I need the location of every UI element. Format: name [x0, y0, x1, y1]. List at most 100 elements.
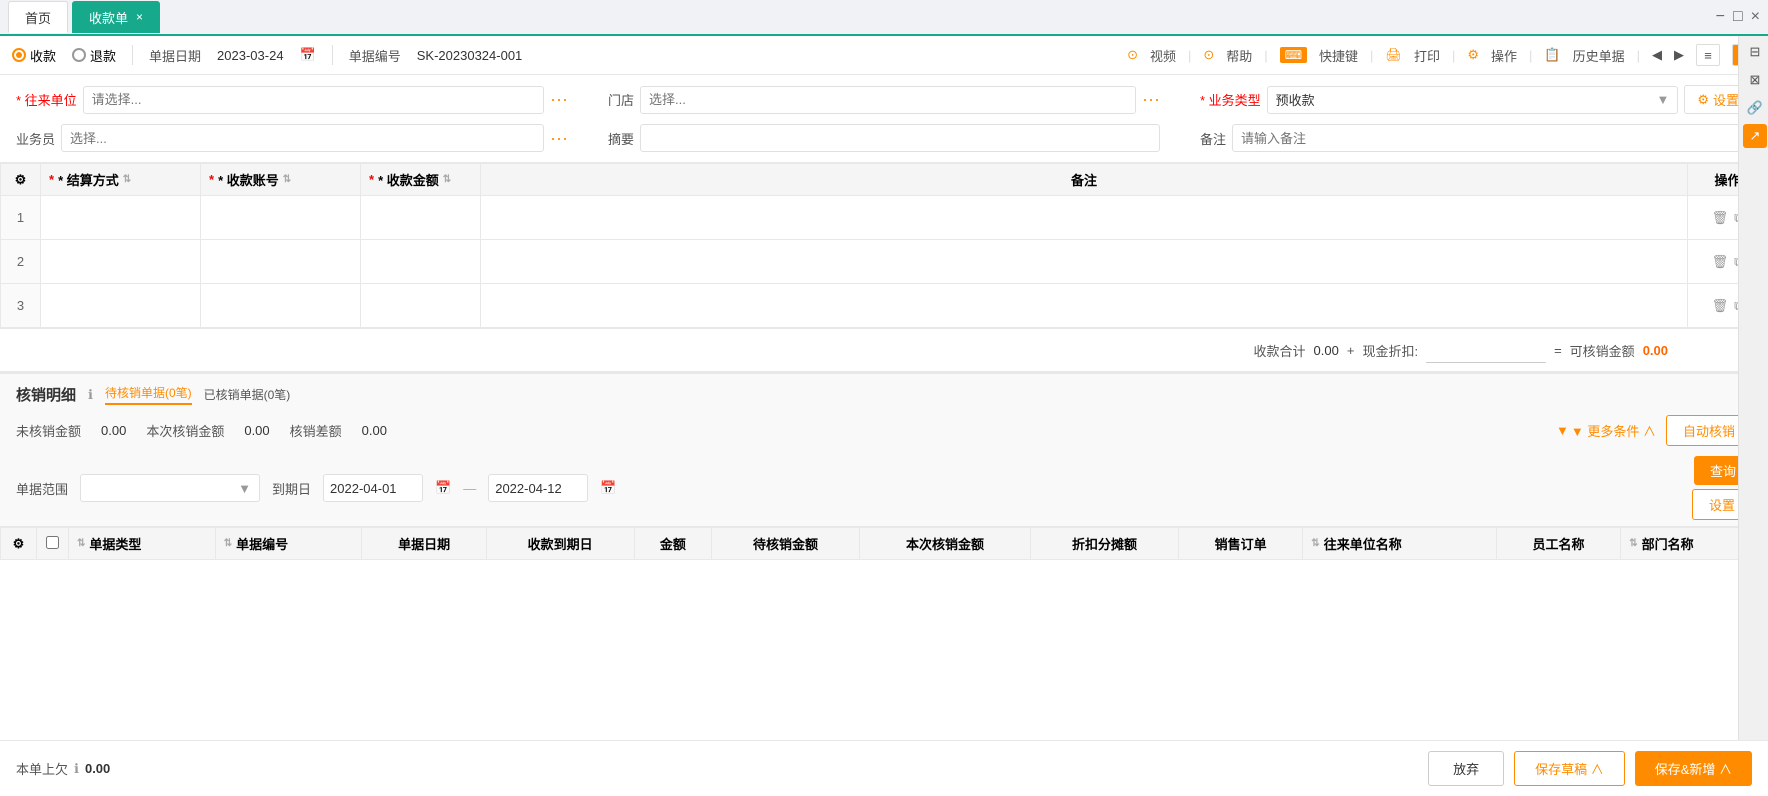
sidebar-icon-3[interactable]: 🔗	[1743, 96, 1767, 120]
info-circle[interactable]: ℹ	[74, 761, 79, 777]
row3-settle[interactable]	[41, 284, 201, 328]
calendar-to-icon[interactable]: 📅	[600, 480, 616, 496]
refund-radio-dot	[72, 48, 86, 62]
col-action-label: 操作	[1714, 173, 1740, 188]
col-amount-header: * * 收款金额 ⇅	[361, 164, 481, 196]
row1-delete-icon[interactable]: 🗑	[1712, 210, 1729, 226]
row2-amount[interactable]	[361, 240, 481, 284]
note-input[interactable]	[1232, 124, 1752, 152]
save-new-btn[interactable]: 保存&新增 ∧	[1635, 751, 1752, 786]
summary-input[interactable]	[640, 124, 1160, 152]
row3-num: 3	[1, 284, 41, 328]
row3-remark[interactable]	[481, 284, 1688, 328]
bt-col-no-sort[interactable]: ⇅	[224, 538, 232, 549]
layout-list-btn[interactable]: ≡	[1696, 44, 1720, 66]
plus-sign: +	[1347, 343, 1355, 358]
bt-col-type-sort[interactable]: ⇅	[77, 538, 85, 549]
close-btn[interactable]: ×	[1751, 8, 1760, 26]
video-btn[interactable]: 视频	[1150, 46, 1176, 65]
done-tab[interactable]: 已核销单据(0笔)	[204, 386, 291, 403]
date-label: 单据日期	[149, 46, 201, 65]
table-row: 3 🗑 ⧉	[1, 284, 1768, 328]
sort-account[interactable]: ⇅	[283, 174, 291, 185]
staff-more[interactable]: ···	[550, 128, 568, 149]
business-value: 预收款	[1276, 90, 1315, 109]
date-value: 2023-03-24	[217, 48, 284, 63]
row3-delete-icon[interactable]: 🗑	[1712, 298, 1729, 314]
minimize-btn[interactable]: −	[1716, 8, 1725, 26]
row2-settle[interactable]	[41, 240, 201, 284]
col-settle-label: * 结算方式	[58, 170, 119, 189]
writeoff-title: 核销明细	[16, 384, 76, 405]
bt-col-dept-sort[interactable]: ⇅	[1629, 538, 1637, 549]
sort-amount[interactable]: ⇅	[443, 174, 451, 185]
sidebar-icon-2[interactable]: ⊠	[1743, 68, 1767, 92]
receipt-radio-label: 收款	[30, 46, 56, 65]
bottom-table: ⚙ ⇅ 单据类型 ⇅ 单据编号	[0, 527, 1768, 560]
row2-account[interactable]	[201, 240, 361, 284]
row2-num: 2	[1, 240, 41, 284]
sidebar-icon-1[interactable]: ⊟	[1743, 40, 1767, 64]
bt-col-cpart-sort[interactable]: ⇅	[1311, 538, 1319, 549]
store-input[interactable]	[640, 86, 1136, 114]
table-row: 1 🗑 ⧉	[1, 196, 1768, 240]
col-account-label: * 收款账号	[218, 170, 279, 189]
col-gear[interactable]: ⚙	[1, 164, 41, 196]
col-settle-header: * * 结算方式 ⇅	[41, 164, 201, 196]
row2-delete-icon[interactable]: 🗑	[1712, 254, 1729, 270]
date-label: 到期日	[272, 479, 311, 498]
history-btn[interactable]: 历史单据	[1573, 46, 1625, 65]
counterpart-input[interactable]	[83, 86, 544, 114]
tab-receipt[interactable]: 收款单 ×	[72, 1, 160, 33]
staff-input[interactable]	[61, 124, 544, 152]
maximize-btn[interactable]: □	[1733, 8, 1743, 26]
bt-col-checkbox[interactable]	[37, 528, 69, 560]
row2-remark[interactable]	[481, 240, 1688, 284]
row1-account[interactable]	[201, 196, 361, 240]
row1-amount[interactable]	[361, 196, 481, 240]
row1-settle[interactable]	[41, 196, 201, 240]
row3-account[interactable]	[201, 284, 361, 328]
tab-home[interactable]: 首页	[8, 1, 68, 33]
counterpart-more[interactable]: ···	[550, 89, 568, 110]
bt-col-gear[interactable]: ⚙	[1, 528, 37, 560]
refund-radio-label: 退款	[90, 46, 116, 65]
more-conditions[interactable]: ▼ ▼ 更多条件 ∧	[1556, 421, 1656, 440]
info-icon[interactable]: ℹ	[88, 387, 93, 403]
receipt-tab-label: 收款单	[89, 8, 128, 27]
unchecked-label: 未核销金额	[16, 421, 81, 440]
calendar-icon[interactable]: 📅	[300, 47, 316, 63]
date-from-input[interactable]	[323, 474, 423, 502]
range-select[interactable]: ▼	[80, 474, 260, 502]
store-more[interactable]: ···	[1142, 89, 1160, 110]
operation-btn[interactable]: 操作	[1491, 46, 1517, 65]
help-btn[interactable]: 帮助	[1226, 46, 1252, 65]
calendar-from-icon[interactable]: 📅	[435, 480, 451, 496]
discount-label: 现金折扣:	[1362, 341, 1418, 360]
discount-input[interactable]	[1426, 337, 1546, 363]
bottom-action-bar: 本单上欠 ℹ 0.00 放弃 保存草稿 ∧ 保存&新增 ∧	[0, 740, 1768, 796]
next-icon[interactable]: ▶	[1674, 47, 1684, 63]
sort-settle[interactable]: ⇅	[123, 174, 131, 185]
row3-amount[interactable]	[361, 284, 481, 328]
row1-remark[interactable]	[481, 196, 1688, 240]
receipt-tab-close[interactable]: ×	[136, 10, 143, 24]
pending-tab[interactable]: 待核销单据(0笔)	[105, 384, 192, 405]
shortcut-icon: ⌨	[1280, 47, 1307, 63]
refund-radio[interactable]: 退款	[72, 46, 116, 65]
select-all-checkbox[interactable]	[46, 536, 59, 549]
settings-label: 设置	[1713, 90, 1739, 109]
col-remark-label: 备注	[1071, 173, 1097, 188]
note-label: 备注	[1200, 129, 1226, 148]
receipt-radio[interactable]: 收款	[12, 46, 56, 65]
prev-icon[interactable]: ◀	[1652, 47, 1662, 63]
abandon-btn[interactable]: 放弃	[1428, 751, 1504, 786]
shortcut-btn[interactable]: 快捷键	[1319, 46, 1358, 65]
bt-col-type: ⇅ 单据类型	[69, 528, 216, 560]
print-btn[interactable]: 打印	[1414, 46, 1440, 65]
unit-value: 0.00	[85, 761, 110, 776]
date-to-input[interactable]	[488, 474, 588, 502]
save-draft-btn[interactable]: 保存草稿 ∧	[1514, 751, 1625, 786]
form-section: * 往来单位 ··· 门店 ··· * 业务类型 预收款 ▼ ⚙ 设置	[0, 75, 1768, 163]
sidebar-icon-4[interactable]: ↗	[1743, 124, 1767, 148]
